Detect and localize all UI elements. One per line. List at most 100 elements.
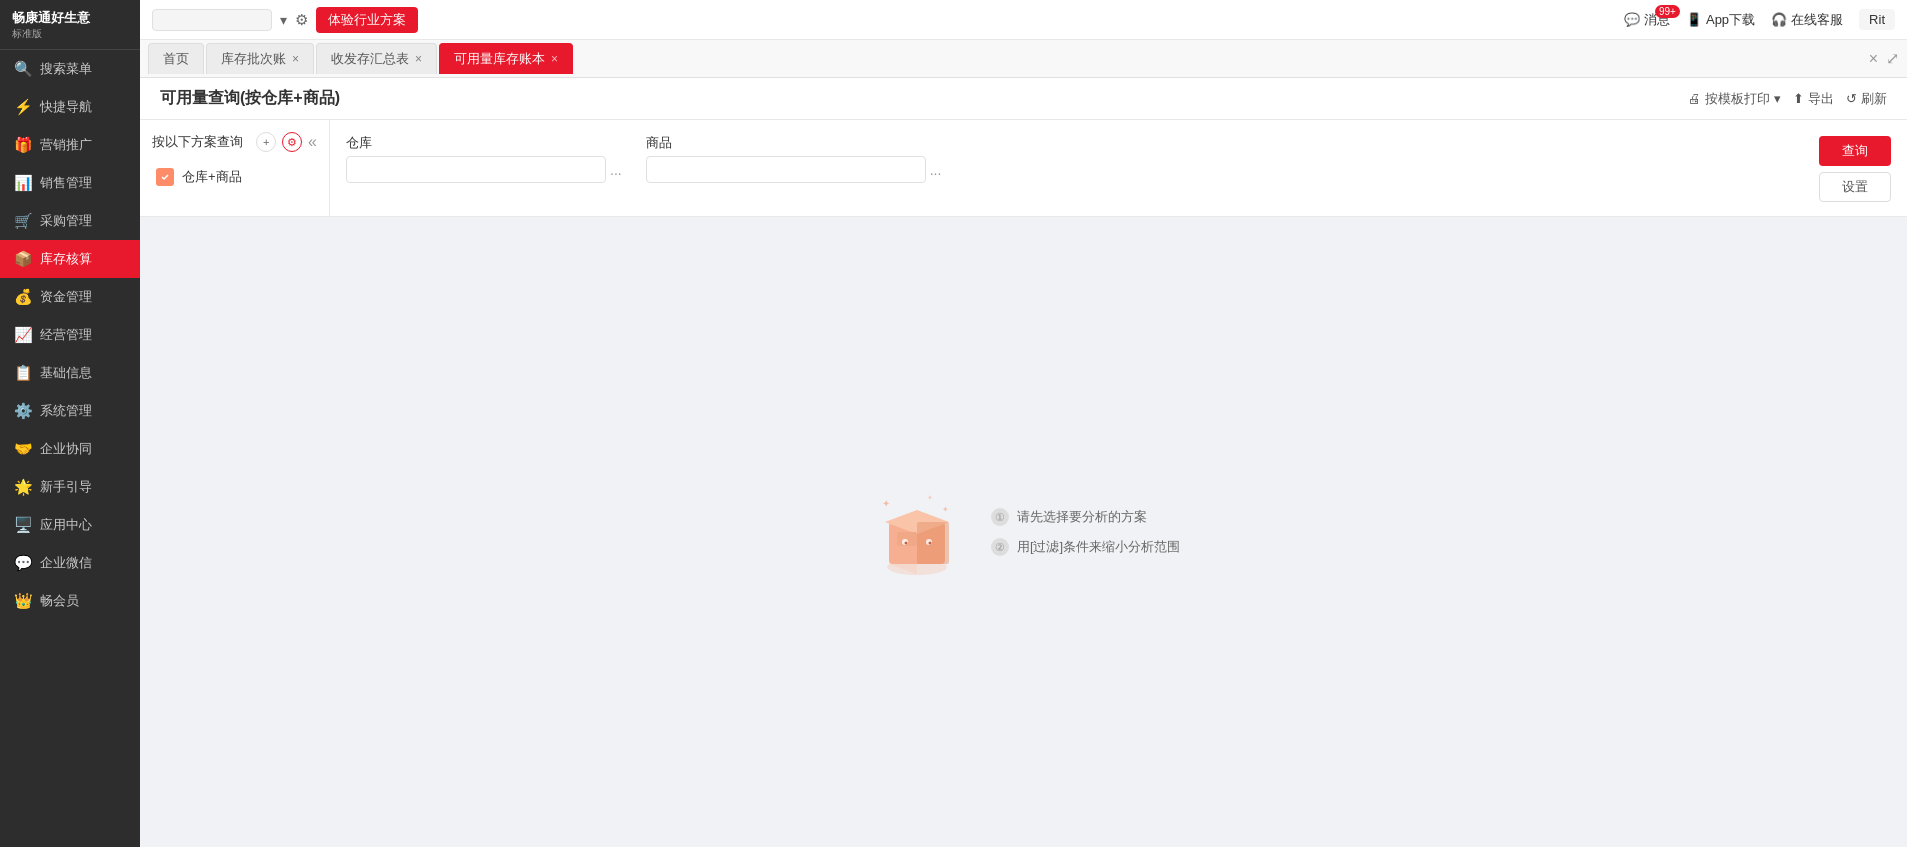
- tab-2[interactable]: 收发存汇总表×: [316, 43, 437, 74]
- tab-close-icon[interactable]: ×: [1869, 50, 1878, 68]
- print-icon: 🖨: [1688, 91, 1701, 106]
- refresh-btn[interactable]: ↺ 刷新: [1846, 90, 1887, 108]
- sidebar-label-11: 新手引导: [40, 478, 92, 496]
- sidebar-item-5[interactable]: 📦 库存核算: [0, 240, 140, 278]
- topbar-user[interactable]: Rit: [1859, 9, 1895, 30]
- svg-rect-3: [917, 522, 949, 564]
- export-btn[interactable]: ⬆ 导出: [1793, 90, 1834, 108]
- sidebar-item-7[interactable]: 📈 经营管理: [0, 316, 140, 354]
- tip-text-2: 用[过滤]条件来缩小分析范围: [1017, 538, 1180, 556]
- sidebar-item-2[interactable]: 🎁 营销推广: [0, 126, 140, 164]
- sidebar-icon-10: 🤝: [14, 440, 32, 458]
- sidebar-icon-2: 🎁: [14, 136, 32, 154]
- sidebar-label-8: 基础信息: [40, 364, 92, 382]
- sidebar-label-10: 企业协同: [40, 440, 92, 458]
- sidebar-icon-4: 🛒: [14, 212, 32, 230]
- sidebar-item-8[interactable]: 📋 基础信息: [0, 354, 140, 392]
- topbar: ▾ ⚙ 体验行业方案 💬 消息 99+ 📱 App下载 🎧 在线客服 Rit: [140, 0, 1907, 40]
- warehouse-input[interactable]: [346, 156, 606, 183]
- topbar-gear-icon[interactable]: ⚙: [295, 11, 308, 29]
- sidebar-label-2: 营销推广: [40, 136, 92, 154]
- warehouse-more-btn[interactable]: ...: [610, 162, 622, 178]
- sidebar-icon-14: 👑: [14, 592, 32, 610]
- topbar-search-input[interactable]: [152, 9, 272, 31]
- tab-close-2[interactable]: ×: [415, 53, 422, 65]
- goods-input[interactable]: [646, 156, 926, 183]
- tab-1[interactable]: 库存批次账 ×: [206, 43, 314, 74]
- tab-expand-icon[interactable]: ⤢: [1886, 49, 1899, 68]
- add-scheme-btn[interactable]: +: [256, 132, 276, 152]
- sidebar-label-14: 畅会员: [40, 592, 79, 610]
- tab-0[interactable]: 首页: [148, 43, 204, 74]
- warehouse-label: 仓库: [346, 134, 622, 152]
- svg-text:✦: ✦: [942, 505, 949, 514]
- scheme-name: 仓库+商品: [182, 168, 242, 186]
- tab-3[interactable]: 可用量库存账本 ×: [439, 43, 573, 74]
- sidebar-icon-3: 📊: [14, 174, 32, 192]
- filter-sidebar: 按以下方案查询 + ⚙ « 仓库+商品: [140, 120, 330, 216]
- export-icon: ⬆: [1793, 91, 1804, 106]
- scheme-item[interactable]: 仓库+商品: [140, 160, 329, 194]
- sidebar-label-7: 经营管理: [40, 326, 92, 344]
- tab-close-3[interactable]: ×: [551, 53, 558, 65]
- empty-state: ✦ ✦ ✦ ① 请先选择要分析的方案 ② 用[过滤]条件来缩小分析范围: [140, 217, 1907, 847]
- sidebar-icon-8: 📋: [14, 364, 32, 382]
- tab-label-0: 首页: [163, 50, 189, 68]
- sidebar-label-3: 销售管理: [40, 174, 92, 192]
- sidebar-item-6[interactable]: 💰 资金管理: [0, 278, 140, 316]
- sidebar-icon-12: 🖥️: [14, 516, 32, 534]
- msg-badge: 99+: [1655, 5, 1680, 18]
- page-actions: 🖨 按模板打印 ▾ ⬆ 导出 ↺ 刷新: [1688, 90, 1887, 108]
- filter-sidebar-icons: + ⚙ «: [256, 132, 317, 152]
- sidebar-icon-6: 💰: [14, 288, 32, 306]
- filter-sidebar-header: 按以下方案查询 + ⚙ «: [140, 132, 329, 160]
- topbar-app[interactable]: 📱 App下载: [1686, 11, 1755, 29]
- scheme-settings-btn[interactable]: ⚙: [282, 132, 302, 152]
- sidebar-item-11[interactable]: 🌟 新手引导: [0, 468, 140, 506]
- topbar-msg[interactable]: 💬 消息 99+: [1624, 11, 1670, 29]
- sidebar-item-14[interactable]: 👑 畅会员: [0, 582, 140, 620]
- topbar-service[interactable]: 🎧 在线客服: [1771, 11, 1843, 29]
- sidebar-label-5: 库存核算: [40, 250, 92, 268]
- topbar-dropdown-btn[interactable]: ▾: [280, 12, 287, 28]
- sidebar-icon-13: 💬: [14, 554, 32, 572]
- sidebar-label-1: 快捷导航: [40, 98, 92, 116]
- sidebar-icon-0: 🔍: [14, 60, 32, 78]
- tab-label-1: 库存批次账: [221, 50, 286, 68]
- sidebar-icon-9: ⚙️: [14, 402, 32, 420]
- sidebar-item-1[interactable]: ⚡ 快捷导航: [0, 88, 140, 126]
- tip-text-1: 请先选择要分析的方案: [1017, 508, 1147, 526]
- sidebar-item-10[interactable]: 🤝 企业协同: [0, 430, 140, 468]
- sidebar-label-13: 企业微信: [40, 554, 92, 572]
- goods-more-btn[interactable]: ...: [930, 162, 942, 178]
- sidebar-item-13[interactable]: 💬 企业微信: [0, 544, 140, 582]
- tip-num-2: ②: [991, 538, 1009, 556]
- sidebar: 畅康通好生意 标准版 🔍 搜索菜单 ⚡ 快捷导航 🎁 营销推广 📊 销售管理 🛒…: [0, 0, 140, 847]
- svg-point-7: [904, 542, 907, 545]
- filter-sidebar-label: 按以下方案查询: [152, 133, 243, 151]
- app-download-icon: 📱: [1686, 12, 1702, 27]
- sidebar-scroll: 🔍 搜索菜单 ⚡ 快捷导航 🎁 营销推广 📊 销售管理 🛒 采购管理 📦 库存核…: [0, 50, 140, 847]
- sidebar-item-12[interactable]: 🖥️ 应用中心: [0, 506, 140, 544]
- setting-btn[interactable]: 设置: [1819, 172, 1891, 202]
- sidebar-icon-1: ⚡: [14, 98, 32, 116]
- sidebar-item-3[interactable]: 📊 销售管理: [0, 164, 140, 202]
- sidebar-item-4[interactable]: 🛒 采购管理: [0, 202, 140, 240]
- sidebar-item-9[interactable]: ⚙️ 系统管理: [0, 392, 140, 430]
- app-label: App下载: [1706, 11, 1755, 29]
- sidebar-label-9: 系统管理: [40, 402, 92, 420]
- industry-solution-btn[interactable]: 体验行业方案: [316, 7, 418, 33]
- service-label: 在线客服: [1791, 11, 1843, 29]
- message-icon: 💬: [1624, 12, 1640, 27]
- tabbar: 首页库存批次账×收发存汇总表×可用量库存账本× × ⤢: [140, 40, 1907, 78]
- print-btn[interactable]: 🖨 按模板打印 ▾: [1688, 90, 1781, 108]
- query-btn[interactable]: 查询: [1819, 136, 1891, 166]
- collapse-btn[interactable]: «: [308, 133, 317, 151]
- tab-label-3: 可用量库存账本: [454, 50, 545, 68]
- tab-close-1[interactable]: ×: [292, 53, 299, 65]
- filter-goods-group: 商品 ...: [646, 134, 942, 183]
- sidebar-item-0[interactable]: 🔍 搜索菜单: [0, 50, 140, 88]
- topbar-right: 💬 消息 99+ 📱 App下载 🎧 在线客服 Rit: [1624, 9, 1895, 30]
- empty-tips: ① 请先选择要分析的方案 ② 用[过滤]条件来缩小分析范围: [991, 508, 1180, 556]
- sidebar-icon-11: 🌟: [14, 478, 32, 496]
